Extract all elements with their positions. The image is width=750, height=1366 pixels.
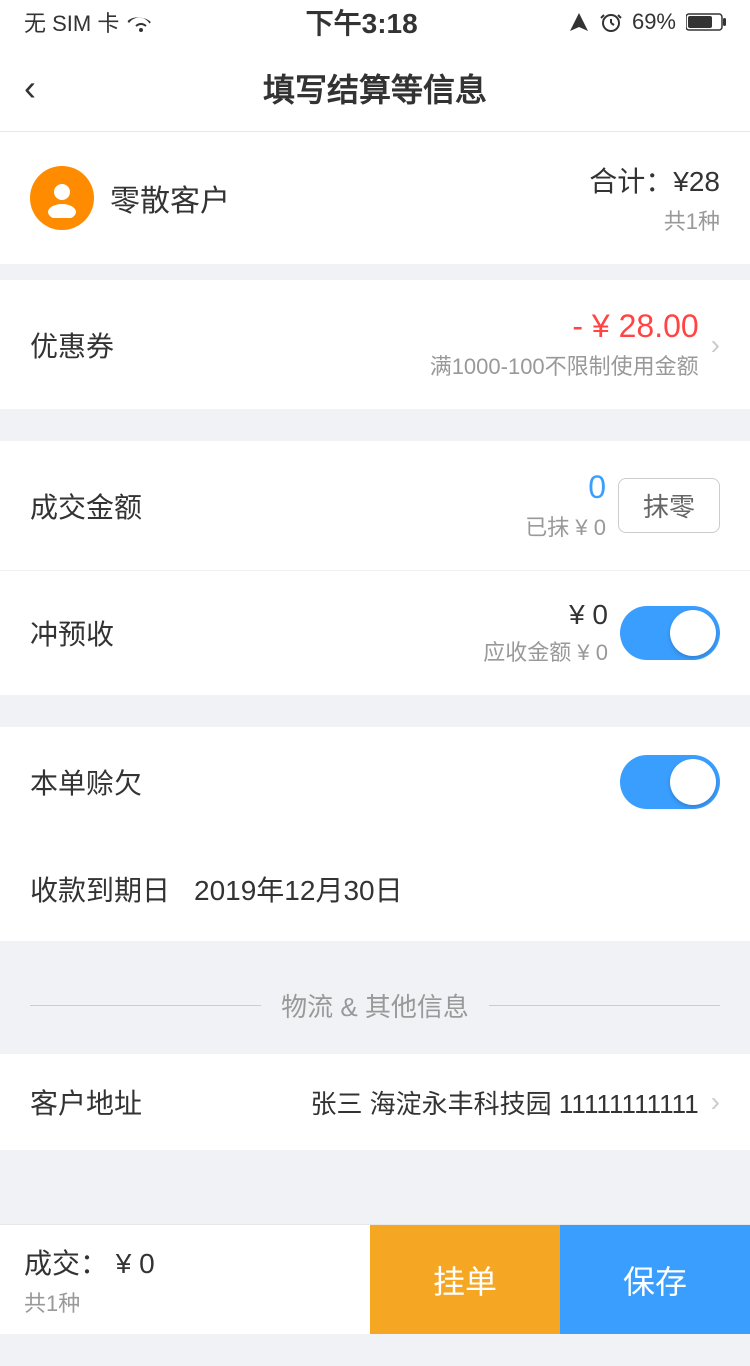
no-sim-text: 无 SIM 卡: [24, 6, 119, 38]
battery-text: 69%: [632, 9, 676, 35]
customer-name: 零散客户: [110, 176, 230, 220]
bottom-info: 成交： ¥ 0 共1种: [0, 1225, 370, 1334]
coupon-discount: - ¥ 28.00: [430, 308, 699, 345]
coupon-row[interactable]: 优惠券 - ¥ 28.00 满1000-100不限制使用金额 ›: [0, 280, 750, 409]
customer-row: 零散客户 合计：¥28 共1种: [0, 132, 750, 264]
debt-section: 本单赊欠 收款到期日 2019年12月30日: [0, 727, 750, 941]
deal-section: 成交金额 0 已抹 ¥ 0 抹零 冲预收 ¥ 0 应收金额 ¥ 0: [0, 441, 750, 695]
deal-amount-row: 成交金额 0 已抹 ¥ 0 抹零: [0, 441, 750, 570]
status-time: 下午3:18: [306, 2, 418, 42]
save-button[interactable]: 保存: [560, 1225, 750, 1334]
debt-label: 本单赊欠: [30, 762, 142, 802]
chevron-right-icon: ›: [711, 329, 720, 361]
separator-2: [0, 711, 750, 727]
prepay-toggle[interactable]: [620, 606, 720, 660]
nav-bar: ‹ 填写结算等信息: [0, 44, 750, 132]
divider-line-left: [30, 1005, 261, 1006]
address-label: 客户地址: [30, 1082, 142, 1122]
logistics-label: 物流 & 其他信息: [281, 987, 469, 1024]
prepay-value: ¥ 0: [483, 599, 608, 631]
debt-toggle-knob: [670, 759, 716, 805]
address-value: 张三 海淀永丰科技园 11111111111: [310, 1084, 698, 1121]
coupon-label: 优惠券: [30, 325, 114, 365]
status-right: 69%: [568, 9, 726, 35]
alarm-icon: [600, 11, 622, 33]
due-date-row: 收款到期日 2019年12月30日: [0, 837, 750, 941]
deal-amount-label: 成交金额: [30, 486, 142, 526]
battery-icon: [686, 12, 726, 32]
bottom-count: 共1种: [24, 1286, 346, 1318]
address-chevron-icon: ›: [711, 1086, 720, 1118]
prepay-sub: 应收金额 ¥ 0: [483, 635, 608, 667]
total-count: 共1种: [589, 204, 720, 236]
location-icon: [568, 11, 590, 33]
deal-amount-value: 0: [525, 469, 606, 506]
due-date-label: 收款到期日: [30, 869, 170, 909]
toggle-knob: [670, 610, 716, 656]
prepay-row: 冲预收 ¥ 0 应收金额 ¥ 0: [0, 570, 750, 695]
wifi-icon: [127, 12, 155, 32]
coupon-sub: 满1000-100不限制使用金额: [430, 349, 699, 381]
page-title: 填写结算等信息: [263, 65, 487, 111]
divider-line-right: [489, 1005, 720, 1006]
status-left: 无 SIM 卡: [24, 6, 155, 38]
status-bar: 无 SIM 卡 下午3:18 69%: [0, 0, 750, 44]
bottom-deal-amount: 成交： ¥ 0: [24, 1242, 346, 1282]
customer-section: 零散客户 合计：¥28 共1种: [0, 132, 750, 264]
due-date-value: 2019年12月30日: [194, 869, 403, 909]
coupon-section[interactable]: 优惠券 - ¥ 28.00 满1000-100不限制使用金额 ›: [0, 280, 750, 409]
address-section: 客户地址 张三 海淀永丰科技园 11111111111 ›: [0, 1054, 750, 1150]
mozero-button[interactable]: 抹零: [618, 478, 720, 533]
separator-1: [0, 425, 750, 441]
hang-button[interactable]: 挂单: [370, 1225, 560, 1334]
avatar: [30, 166, 94, 230]
back-button[interactable]: ‹: [24, 70, 36, 106]
debt-row: 本单赊欠: [0, 727, 750, 837]
prepay-label: 冲预收: [30, 613, 114, 653]
logistics-divider: 物流 & 其他信息: [0, 957, 750, 1054]
bottom-bar: 成交： ¥ 0 共1种 挂单 保存: [0, 1224, 750, 1334]
address-row[interactable]: 客户地址 张三 海淀永丰科技园 11111111111 ›: [0, 1054, 750, 1150]
debt-toggle[interactable]: [620, 755, 720, 809]
deal-amount-sub: 已抹 ¥ 0: [525, 510, 606, 542]
total-amount: 合计：¥28: [589, 160, 720, 200]
